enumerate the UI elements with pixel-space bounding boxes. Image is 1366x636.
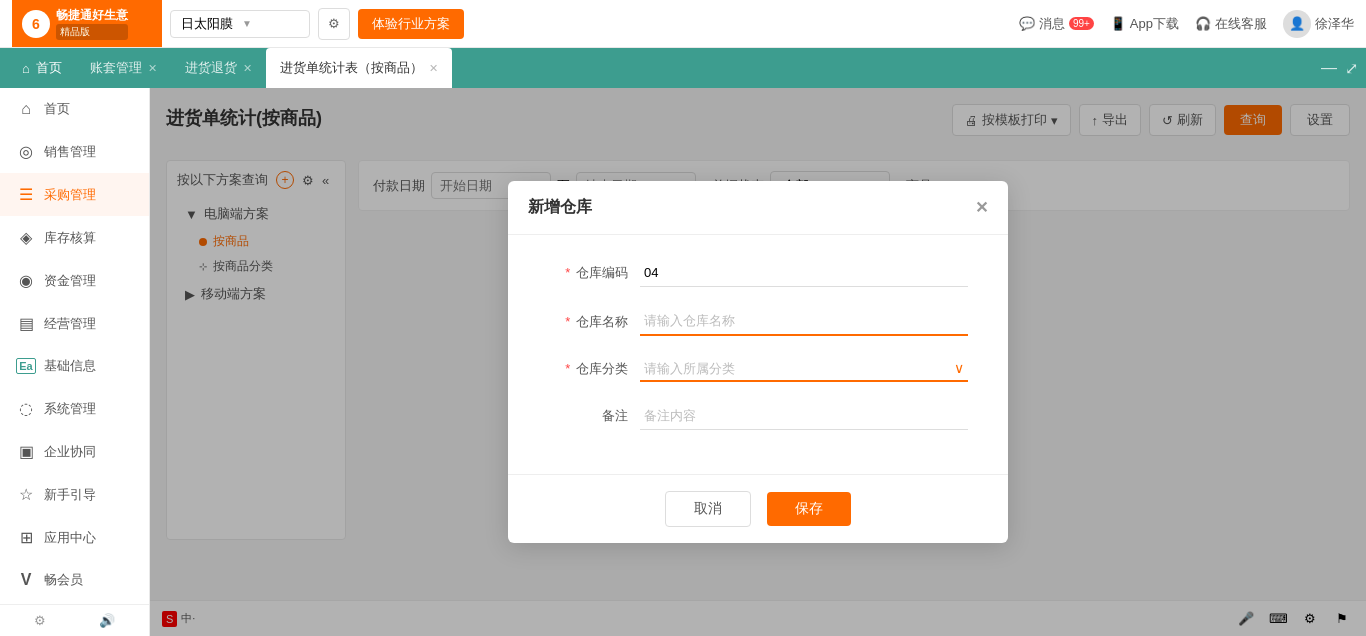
phone-icon: 📱 bbox=[1110, 16, 1126, 31]
tab-bar-actions: — ⤢ bbox=[1321, 59, 1358, 78]
tab-maximize-button[interactable]: ⤢ bbox=[1345, 59, 1358, 78]
chevron-down-icon: ▼ bbox=[242, 18, 299, 29]
headset-icon: 🎧 bbox=[1195, 16, 1211, 31]
tab-close-icon[interactable]: ✕ bbox=[243, 62, 252, 75]
name-label: * 仓库名称 bbox=[548, 313, 628, 331]
purchase-icon: ☰ bbox=[16, 185, 36, 204]
home-icon: ⌂ bbox=[16, 100, 36, 118]
modal-close-button[interactable]: ✕ bbox=[975, 198, 988, 217]
messages-button[interactable]: 💬 消息 99+ bbox=[1019, 15, 1094, 33]
finance-icon: ◉ bbox=[16, 271, 36, 290]
form-row-note: 备注 bbox=[548, 402, 968, 430]
top-header: 6 畅捷通好生意 精品版 日太阳膜 ▼ ⚙ 体验行业方案 💬 消息 99+ 📱 … bbox=[0, 0, 1366, 48]
sidebar-item-system[interactable]: ◌ 系统管理 bbox=[0, 387, 149, 430]
category-select[interactable]: ∨ bbox=[640, 356, 968, 382]
system-icon: ◌ bbox=[16, 399, 36, 418]
settings-button[interactable]: ⚙ bbox=[318, 8, 350, 40]
main-layout: ⌂ 首页 ◎ 销售管理 ☰ 采购管理 ◈ 库存核算 ◉ 资金管理 ▤ 经营管理 … bbox=[0, 88, 1366, 636]
online-service-button[interactable]: 🎧 在线客服 bbox=[1195, 15, 1267, 33]
form-row-category: * 仓库分类 ∨ bbox=[548, 356, 968, 382]
sidebar-item-home[interactable]: ⌂ 首页 bbox=[0, 88, 149, 130]
guide-icon: ☆ bbox=[16, 485, 36, 504]
apps-icon: ⊞ bbox=[16, 528, 36, 547]
sidebar: ⌂ 首页 ◎ 销售管理 ☰ 采购管理 ◈ 库存核算 ◉ 资金管理 ▤ 经营管理 … bbox=[0, 88, 150, 636]
tab-bar: ⌂ 首页 账套管理 ✕ 进货退货 ✕ 进货单统计表（按商品） ✕ — ⤢ bbox=[0, 48, 1366, 88]
logo-area: 6 畅捷通好生意 精品版 bbox=[12, 0, 162, 47]
experience-button[interactable]: 体验行业方案 bbox=[358, 9, 464, 39]
sidebar-item-finance[interactable]: ◉ 资金管理 bbox=[0, 259, 149, 302]
sidebar-item-operation[interactable]: ▤ 经营管理 bbox=[0, 302, 149, 345]
app-download-button[interactable]: 📱 App下载 bbox=[1110, 15, 1179, 33]
sales-icon: ◎ bbox=[16, 142, 36, 161]
save-button[interactable]: 保存 bbox=[767, 492, 851, 526]
sidebar-item-sales[interactable]: ◎ 销售管理 bbox=[0, 130, 149, 173]
sidebar-item-guide[interactable]: ☆ 新手引导 bbox=[0, 473, 149, 516]
cancel-button[interactable]: 取消 bbox=[665, 491, 751, 527]
enterprise-icon: ▣ bbox=[16, 442, 36, 461]
content-area: 进货单统计(按商品) 🖨 按模板打印 ▾ ↑ 导出 ↺ 刷新 bbox=[150, 88, 1366, 636]
tab-account[interactable]: 账套管理 ✕ bbox=[76, 48, 171, 88]
modal-header: 新增仓库 ✕ bbox=[508, 181, 1008, 235]
inventory-icon: ◈ bbox=[16, 228, 36, 247]
message-icon: 💬 bbox=[1019, 16, 1035, 31]
tab-close-icon[interactable]: ✕ bbox=[429, 62, 438, 75]
modal-footer: 取消 保存 bbox=[508, 474, 1008, 543]
sidebar-item-basic[interactable]: Ea 基础信息 bbox=[0, 345, 149, 387]
basic-icon: Ea bbox=[16, 358, 36, 374]
tab-minimize-button[interactable]: — bbox=[1321, 59, 1337, 78]
vip-icon: V bbox=[16, 571, 36, 589]
tab-close-icon[interactable]: ✕ bbox=[148, 62, 157, 75]
note-label: 备注 bbox=[548, 407, 628, 425]
category-label: * 仓库分类 bbox=[548, 360, 628, 378]
note-input[interactable] bbox=[640, 402, 968, 430]
sidebar-speaker-icon[interactable]: 🔊 bbox=[99, 613, 115, 628]
logo-text: 畅捷通好生意 精品版 bbox=[56, 7, 128, 40]
sidebar-item-apps[interactable]: ⊞ 应用中心 bbox=[0, 516, 149, 559]
name-input[interactable] bbox=[640, 307, 968, 336]
gear-icon: ⚙ bbox=[328, 16, 340, 31]
select-arrow-icon: ∨ bbox=[954, 360, 964, 376]
user-profile[interactable]: 👤 徐泽华 bbox=[1283, 10, 1354, 38]
logo-icon: 6 bbox=[22, 10, 50, 38]
modal-body: * 仓库编码 * 仓库名称 bbox=[508, 235, 1008, 474]
store-selector[interactable]: 日太阳膜 ▼ bbox=[170, 10, 310, 38]
header-right: 💬 消息 99+ 📱 App下载 🎧 在线客服 👤 徐泽华 bbox=[1019, 10, 1354, 38]
sidebar-item-enterprise[interactable]: ▣ 企业协同 bbox=[0, 430, 149, 473]
code-input[interactable] bbox=[640, 259, 968, 287]
form-row-name: * 仓库名称 bbox=[548, 307, 968, 336]
sidebar-settings-icon[interactable]: ⚙ bbox=[34, 613, 46, 628]
modal-add-warehouse: 新增仓库 ✕ * 仓库编码 * bbox=[508, 181, 1008, 543]
category-input[interactable] bbox=[644, 361, 954, 376]
sidebar-item-inventory[interactable]: ◈ 库存核算 bbox=[0, 216, 149, 259]
tab-purchase-return[interactable]: 进货退货 ✕ bbox=[171, 48, 266, 88]
tab-purchase-stats[interactable]: 进货单统计表（按商品） ✕ bbox=[266, 48, 452, 88]
operation-icon: ▤ bbox=[16, 314, 36, 333]
form-row-code: * 仓库编码 bbox=[548, 259, 968, 287]
avatar: 👤 bbox=[1283, 10, 1311, 38]
modal-overlay: 新增仓库 ✕ * 仓库编码 * bbox=[150, 88, 1366, 636]
modal-title: 新增仓库 bbox=[528, 197, 592, 218]
sidebar-item-vip[interactable]: V 畅会员 bbox=[0, 559, 149, 601]
code-label: * 仓库编码 bbox=[548, 264, 628, 282]
home-icon: ⌂ bbox=[22, 61, 30, 76]
tab-home[interactable]: ⌂ 首页 bbox=[8, 48, 76, 88]
sidebar-item-purchase[interactable]: ☰ 采购管理 bbox=[0, 173, 149, 216]
